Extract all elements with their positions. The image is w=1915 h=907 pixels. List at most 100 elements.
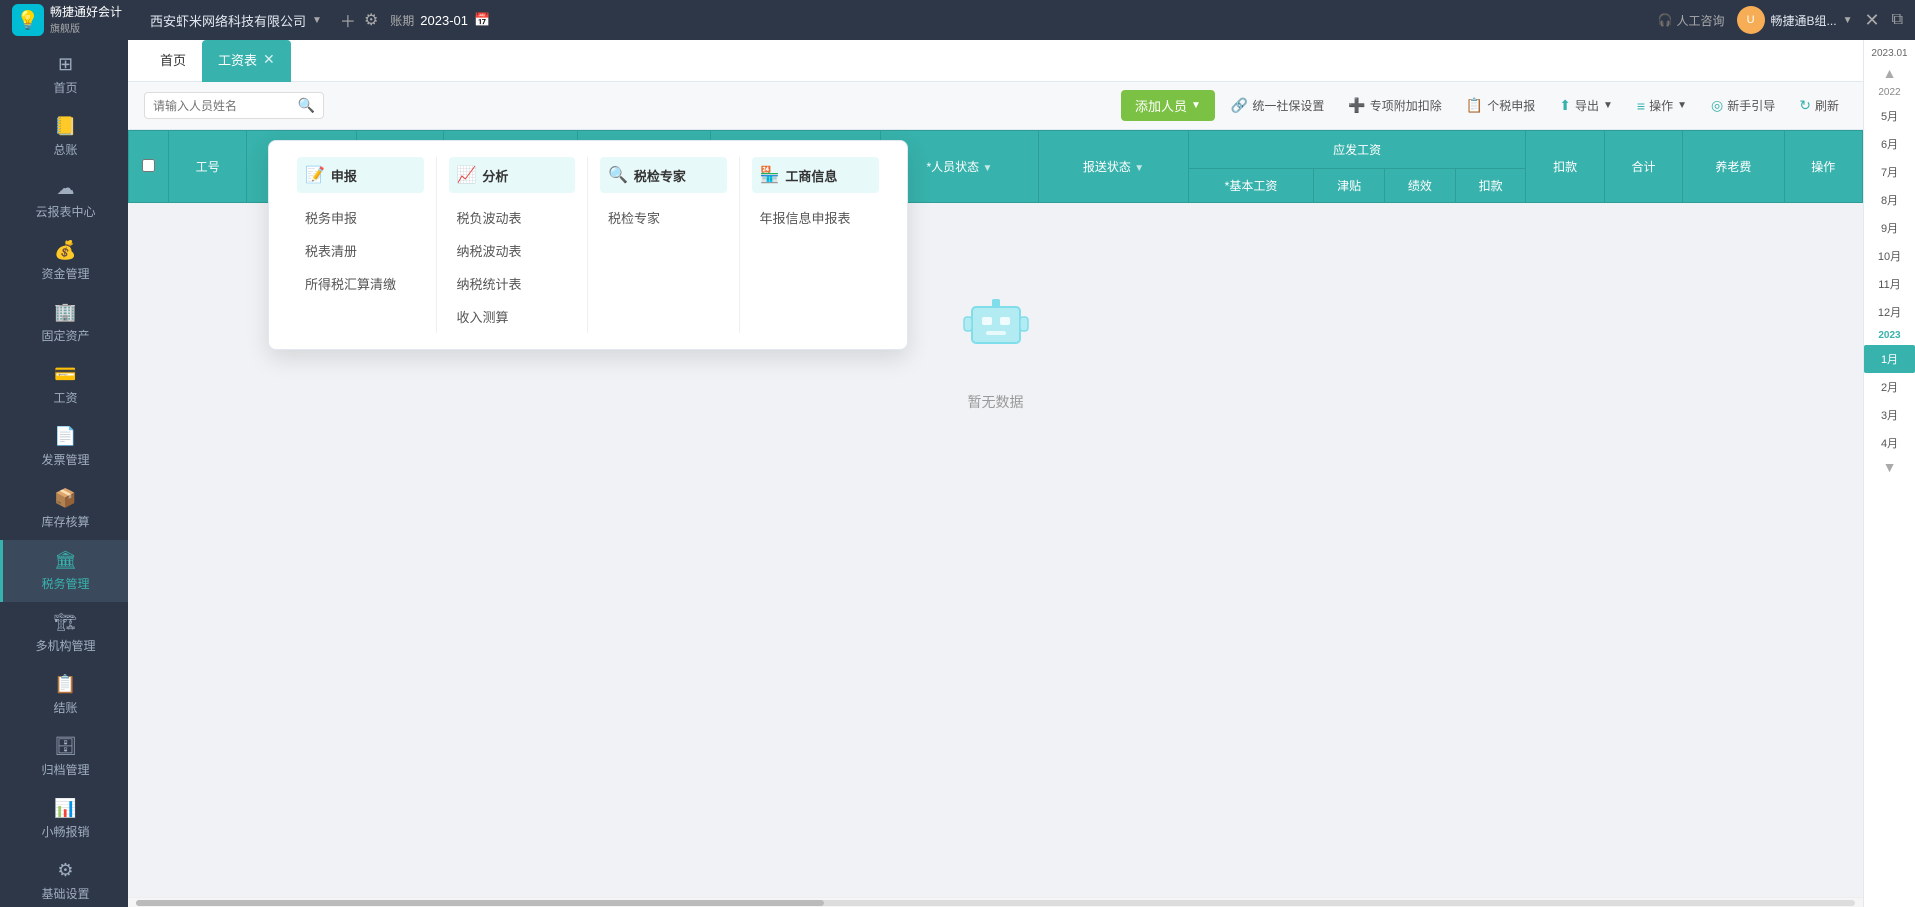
cal-month-3[interactable]: 3月 xyxy=(1864,401,1915,429)
business-info-label: 工商信息 xyxy=(785,166,837,185)
sidebar-item-assets[interactable]: 🏢 固定资产 xyxy=(0,292,128,354)
service-label: 人工咨询 xyxy=(1677,12,1725,29)
sidebar-item-settings[interactable]: ⚙ 基础设置 xyxy=(0,850,128,907)
empty-icon xyxy=(956,283,1036,380)
cal-month-8[interactable]: 8月 xyxy=(1864,186,1915,214)
company-selector[interactable]: 西安虾米网络科技有限公司 ▼ xyxy=(140,11,332,30)
horizontal-scrollbar[interactable] xyxy=(128,897,1863,907)
tax-burden-item[interactable]: 税负波动表 xyxy=(449,201,576,234)
toolbar-export[interactable]: ⬆ 导出 ▼ xyxy=(1551,93,1621,118)
sidebar: ⊞ 首页 📒 总账 ☁ 云报表中心 💰 资金管理 🏢 固定资产 💳 工资 xyxy=(0,40,128,907)
user-info[interactable]: U 畅捷通B组... ▼ xyxy=(1737,6,1853,34)
tax-stats-item[interactable]: 纳税统计表 xyxy=(449,267,576,300)
sidebar-item-label: 多机构管理 xyxy=(35,637,95,654)
search-input[interactable] xyxy=(153,99,294,113)
toolbar-refresh[interactable]: ↻ 刷新 xyxy=(1791,93,1847,118)
add-person-button[interactable]: 添加人员 ▼ xyxy=(1121,90,1215,121)
performance-header: 绩效 xyxy=(1384,169,1455,203)
business-info-section: 🏪 工商信息 年报信息申报表 xyxy=(740,157,892,333)
toolbar-operations[interactable]: ≡ 操作 ▼ xyxy=(1629,93,1695,118)
scroll-thumb xyxy=(136,900,824,906)
ledger-icon: 📒 xyxy=(54,116,76,137)
cal-month-7[interactable]: 7月 xyxy=(1864,158,1915,186)
logo-icon: 💡 xyxy=(12,4,44,36)
calendar-icon[interactable]: 📅 xyxy=(474,12,490,28)
tax-report-icon: 📋 xyxy=(1466,97,1483,114)
tax-payment-item[interactable]: 纳税波动表 xyxy=(449,234,576,267)
sidebar-item-inventory[interactable]: 📦 库存核算 xyxy=(0,478,128,540)
user-service[interactable]: 🎧 人工咨询 xyxy=(1658,12,1725,29)
tax-management-dropdown: 📝 申报 税务申报 税表清册 所得税汇算清缴 📈 分析 税负波动表 xyxy=(268,140,908,350)
cal-month-10[interactable]: 10月 xyxy=(1864,242,1915,270)
toolbar-guide[interactable]: ◎ 新手引导 xyxy=(1703,93,1783,118)
cal-month-12[interactable]: 12月 xyxy=(1864,298,1915,326)
tax-declaration-item[interactable]: 税务申报 xyxy=(297,201,424,234)
toolbar-social-insurance[interactable]: 🔗 统一社保设置 xyxy=(1223,93,1332,118)
tabs-bar: 首页 工资表 ✕ xyxy=(128,40,1863,82)
cal-month-5[interactable]: 5月 xyxy=(1864,102,1915,130)
select-all-checkbox[interactable] xyxy=(142,159,155,172)
refresh-label: 刷新 xyxy=(1815,97,1839,114)
allowance-header: 津贴 xyxy=(1314,169,1385,203)
app-container: 💡 畅捷通好会计 旗舰版 西安虾米网络科技有限公司 ▼ ＋ ⚙ 账期 2023-… xyxy=(0,0,1915,907)
invoice-icon: 📄 xyxy=(54,426,76,447)
restore-button[interactable]: ⧉ xyxy=(1892,11,1903,29)
header-actions: ＋ ⚙ xyxy=(340,8,378,32)
sidebar-item-label: 工资 xyxy=(53,389,77,406)
calendar-up-button[interactable]: ▲ xyxy=(1881,63,1899,83)
deduct-header: 扣款 xyxy=(1526,131,1604,203)
payroll-icon: 💳 xyxy=(54,364,76,385)
empty-text: 暂无数据 xyxy=(968,392,1024,412)
declaration-icon: 📝 xyxy=(305,165,325,185)
content-area: 首页 工资表 ✕ 🔍 添加人员 ▼ 🔗 统 xyxy=(128,40,1863,907)
sidebar-item-settle[interactable]: 📋 结账 xyxy=(0,664,128,726)
sidebar-item-tax[interactable]: 🏛 税务管理 xyxy=(0,540,128,602)
tax-expert-item[interactable]: 税检专家 xyxy=(600,201,727,234)
scroll-track xyxy=(136,900,1855,906)
report-status-header: 报送状态 ▼ xyxy=(1039,131,1189,203)
top-header: 💡 畅捷通好会计 旗舰版 西安虾米网络科技有限公司 ▼ ＋ ⚙ 账期 2023-… xyxy=(0,0,1915,40)
tax-schedule-item[interactable]: 税表清册 xyxy=(297,234,424,267)
status-filter-icon[interactable]: ▼ xyxy=(983,163,993,174)
sidebar-item-cloud[interactable]: ☁ 云报表中心 xyxy=(0,168,128,230)
cal-month-6[interactable]: 6月 xyxy=(1864,130,1915,158)
settle-icon: 📋 xyxy=(54,674,76,695)
company-name: 西安虾米网络科技有限公司 xyxy=(150,11,306,30)
tab-payroll-table[interactable]: 工资表 ✕ xyxy=(202,40,291,82)
settings-icon[interactable]: ⚙ xyxy=(364,10,378,30)
cal-month-9[interactable]: 9月 xyxy=(1864,214,1915,242)
business-icon: 🏪 xyxy=(760,165,780,185)
income-preview-item[interactable]: 收入测算 xyxy=(449,300,576,333)
sidebar-item-ledger[interactable]: 📒 总账 xyxy=(0,106,128,168)
sidebar-item-funds[interactable]: 💰 资金管理 xyxy=(0,230,128,292)
close-button[interactable]: ✕ xyxy=(1864,10,1879,31)
expert-label: 税检专家 xyxy=(634,166,686,185)
guide-label: 新手引导 xyxy=(1727,97,1775,114)
sidebar-item-archive[interactable]: 🗄 归档管理 xyxy=(0,726,128,788)
settings-icon: ⚙ xyxy=(57,860,73,881)
sidebar-item-invoice[interactable]: 📄 发票管理 xyxy=(0,416,128,478)
sidebar-item-multi[interactable]: 🏗 多机构管理 xyxy=(0,602,128,664)
cal-month-4[interactable]: 4月 xyxy=(1864,429,1915,457)
operations-arrow-icon: ▼ xyxy=(1677,100,1687,111)
cal-month-2[interactable]: 2月 xyxy=(1864,373,1915,401)
report-status-filter-icon[interactable]: ▼ xyxy=(1134,163,1144,174)
export-label: 导出 xyxy=(1575,97,1599,114)
annual-report-item[interactable]: 年报信息申报表 xyxy=(752,201,880,234)
cal-month-11[interactable]: 11月 xyxy=(1864,270,1915,298)
period-value: 2023-01 xyxy=(420,13,468,28)
sidebar-item-report[interactable]: 📊 小畅报销 xyxy=(0,788,128,850)
business-info-header: 🏪 工商信息 xyxy=(752,157,880,193)
search-icon[interactable]: 🔍 xyxy=(298,97,315,114)
sidebar-item-payroll[interactable]: 💳 工资 xyxy=(0,354,128,416)
sidebar-item-home[interactable]: ⊞ 首页 xyxy=(0,44,128,106)
social-insurance-label: 统一社保设置 xyxy=(1252,97,1324,114)
calendar-down-button[interactable]: ▼ xyxy=(1881,457,1899,477)
tab-home[interactable]: 首页 xyxy=(144,40,202,82)
toolbar-tax-declaration[interactable]: 📋 个税申报 xyxy=(1458,93,1543,118)
income-tax-item[interactable]: 所得税汇算清缴 xyxy=(297,267,424,300)
cal-month-1[interactable]: 1月 xyxy=(1864,345,1915,373)
tab-close-icon[interactable]: ✕ xyxy=(263,51,275,68)
toolbar-special-deduction[interactable]: ➕ 专项附加扣除 xyxy=(1340,93,1449,118)
add-company-button[interactable]: ＋ xyxy=(340,8,356,32)
